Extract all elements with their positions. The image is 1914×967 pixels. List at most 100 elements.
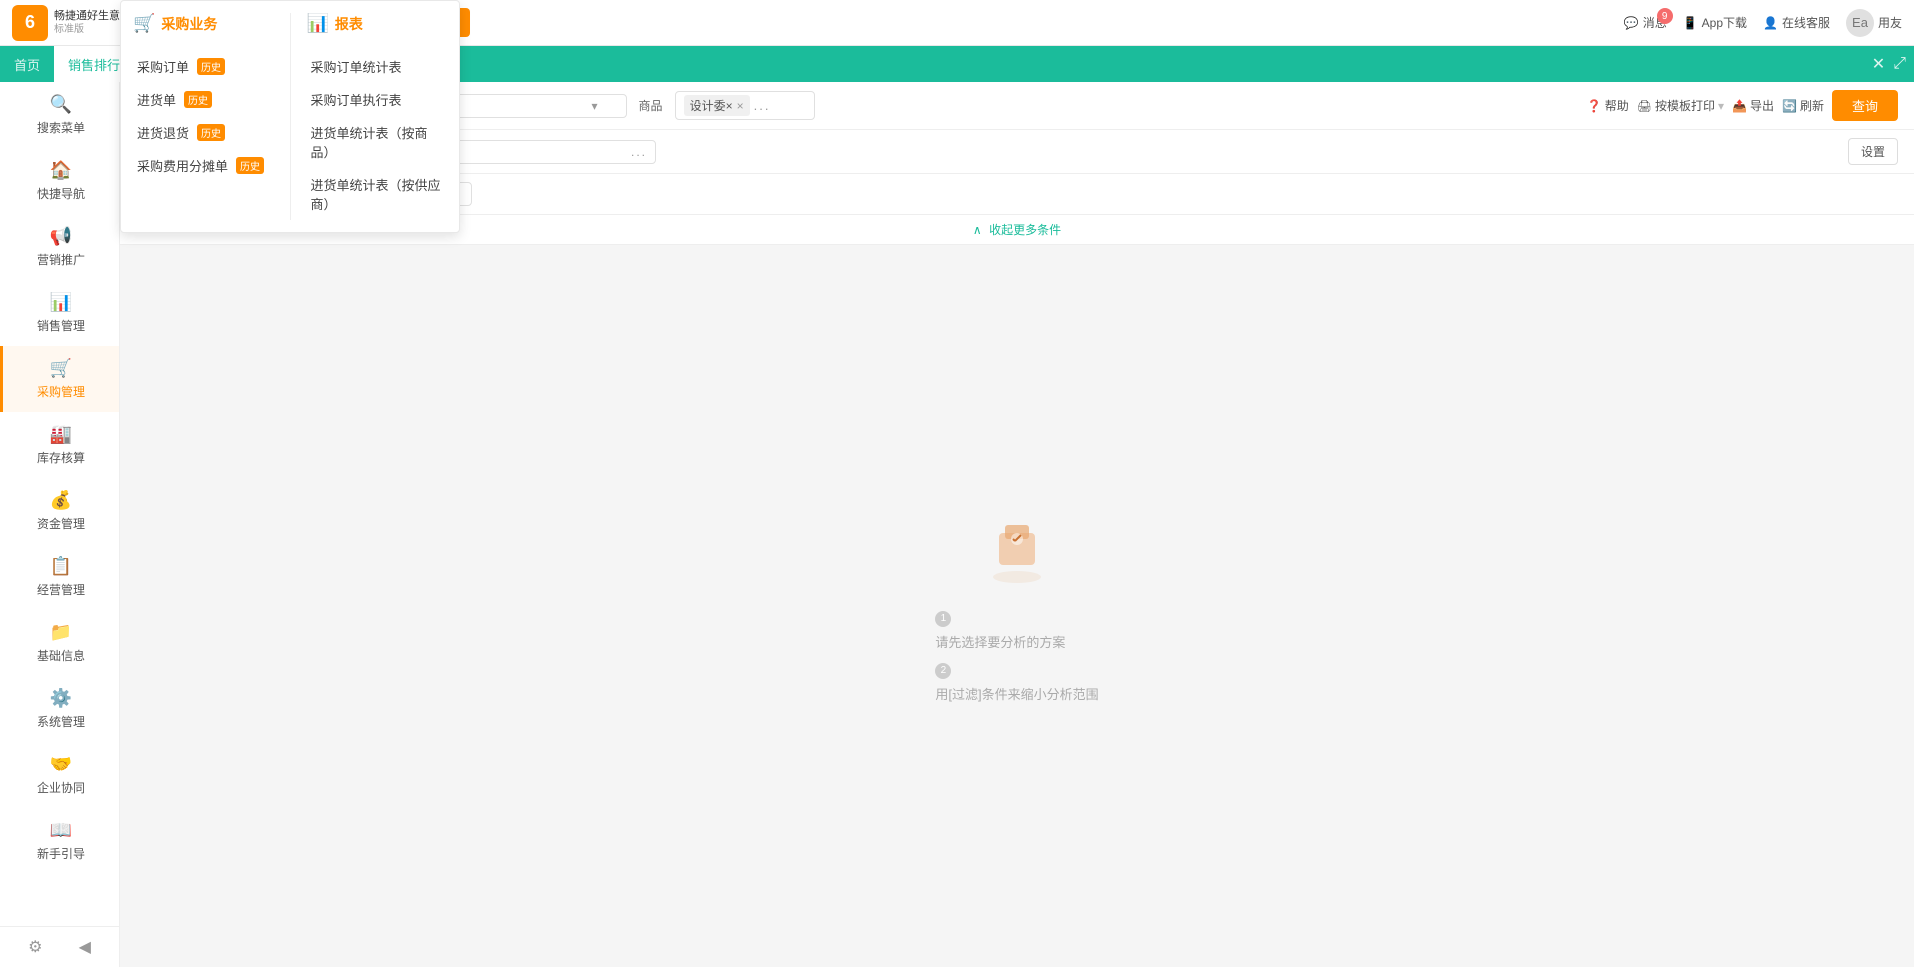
sidebar-item-operations-label: 经营管理: [37, 581, 85, 598]
dropdown-divider: [290, 13, 291, 220]
expense-history[interactable]: 历史: [236, 157, 264, 174]
sidebar-item-basic[interactable]: 📁 基础信息: [0, 610, 119, 676]
set-button[interactable]: 设置: [1848, 138, 1898, 165]
phone-icon: 📱: [1683, 16, 1698, 30]
dropdown-item-report3[interactable]: 进货单统计表（按商品）: [307, 116, 448, 168]
report2-label: 采购订单执行表: [311, 90, 402, 109]
salesperson-filter[interactable]: ...: [456, 140, 656, 164]
empty-svg: [977, 505, 1057, 585]
tab-expand-icon[interactable]: ⤢: [1893, 55, 1906, 73]
service-icon: 👤: [1763, 16, 1778, 30]
dropdown-menu: 🛒 采购业务 采购订单 历史 进货单 历史 进货退货 历史: [120, 0, 460, 233]
incoming-label: 进货单: [137, 90, 176, 109]
expense-label: 采购费用分摊单: [137, 156, 228, 175]
help-btn[interactable]: ❓ 帮助: [1587, 97, 1629, 114]
sidebar-item-sales[interactable]: 📊 销售管理: [0, 280, 119, 346]
goods-dots[interactable]: ...: [754, 98, 771, 113]
report4-label: 进货单统计表（按供应商）: [311, 175, 444, 213]
return-history[interactable]: 历史: [197, 124, 225, 141]
print-label: 按模板打印: [1655, 97, 1715, 114]
print-btn[interactable]: 🖨 按模板打印 ▾: [1637, 97, 1724, 114]
dropdown-item-return[interactable]: 进货退货 历史: [133, 116, 274, 149]
message-item[interactable]: 💬 消息 9: [1624, 14, 1667, 31]
empty-illustration: [977, 505, 1057, 588]
dropdown-overlay: 🛒 采购业务 采购订单 历史 进货单 历史 进货退货 历史: [120, 0, 460, 233]
dropdown-item-report1[interactable]: 采购订单统计表: [307, 50, 448, 83]
dropdown-inner: 🛒 采购业务 采购订单 历史 进货单 历史 进货退货 历史: [121, 13, 459, 220]
dropdown-item-expense[interactable]: 采购费用分摊单 历史: [133, 149, 274, 182]
megaphone-icon: 📢: [50, 226, 72, 247]
voucher-status-arrow: ▾: [592, 99, 598, 113]
refresh-icon: 🔄: [1782, 99, 1797, 113]
set-btn-wrap: 设置: [1848, 138, 1898, 165]
warehouse-icon: 🏭: [50, 424, 72, 445]
sidebar-item-guide-label: 新手引导: [37, 845, 85, 862]
purchase-order-history[interactable]: 历史: [197, 58, 225, 75]
message-badge: 9: [1657, 8, 1673, 24]
logo-icon: 6: [12, 5, 48, 41]
sidebar-item-cooperation[interactable]: 🤝 企业协同: [0, 742, 119, 808]
empty-hint2-num: 2: [935, 663, 951, 679]
tab-home[interactable]: 首页: [0, 46, 54, 82]
purchase-order-label: 采购订单: [137, 57, 189, 76]
dropdown-item-incoming[interactable]: 进货单 历史: [133, 83, 274, 116]
sidebar-item-quick-nav[interactable]: 🏠 快捷导航: [0, 148, 119, 214]
sidebar-bottom: ⚙ ◀: [0, 926, 119, 967]
sidebar-item-purchase[interactable]: 🛒 采购管理: [0, 346, 119, 412]
tab-bar-right: ✕ ⤢: [1872, 54, 1914, 74]
sidebar-item-finance[interactable]: 💰 资金管理: [0, 478, 119, 544]
user-label: 用友: [1878, 14, 1902, 31]
dropdown-col-purchase: 🛒 采购业务 采购订单 历史 进货单 历史 进货退货 历史: [121, 13, 286, 220]
goods-label: 商品: [639, 97, 663, 114]
sidebar-collapse-icon[interactable]: ◀: [79, 937, 91, 957]
sidebar-item-search[interactable]: 🔍 搜索菜单: [0, 82, 119, 148]
filter-toolbar-right: ❓ 帮助 🖨 按模板打印 ▾ 📤 导出 🔄 刷新 查询: [1587, 90, 1898, 121]
print-icon: 🖨: [1637, 99, 1652, 113]
export-btn[interactable]: 📤 导出: [1732, 97, 1774, 114]
report-col-icon: 📊: [307, 13, 329, 34]
sidebar-item-marketing[interactable]: 📢 营销推广: [0, 214, 119, 280]
help-label: 帮助: [1605, 97, 1629, 114]
home-icon: 🏠: [50, 160, 72, 181]
chart-icon: 📊: [50, 292, 72, 313]
sidebar-item-cooperation-label: 企业协同: [37, 779, 85, 796]
sidebar-item-system[interactable]: ⚙️ 系统管理: [0, 676, 119, 742]
sidebar-item-operations[interactable]: 📋 经营管理: [0, 544, 119, 610]
dropdown-item-report4[interactable]: 进货单统计表（按供应商）: [307, 168, 448, 220]
sidebar-item-system-label: 系统管理: [37, 713, 85, 730]
report3-label: 进货单统计表（按商品）: [311, 123, 444, 161]
empty-hint1-num: 1: [935, 611, 951, 627]
sidebar-item-inventory-label: 库存核算: [37, 449, 85, 466]
user-item[interactable]: Ea 用友: [1846, 9, 1902, 37]
empty-state: 1 请先选择要分析的方案 2 用[过滤]条件来缩小分析范围: [120, 245, 1914, 967]
refresh-label: 刷新: [1800, 97, 1824, 114]
refresh-btn[interactable]: 🔄 刷新: [1782, 97, 1824, 114]
online-service-label: 在线客服: [1782, 14, 1830, 31]
dropdown-col1-title-label: 采购业务: [161, 14, 217, 34]
app-download-item[interactable]: 📱 App下载: [1683, 14, 1747, 31]
folder-icon: 📁: [50, 622, 72, 643]
dropdown-item-purchase-order[interactable]: 采购订单 历史: [133, 50, 274, 83]
incoming-history[interactable]: 历史: [184, 91, 212, 108]
search-button[interactable]: 查询: [1832, 90, 1898, 121]
settings-icon: ⚙️: [50, 688, 72, 709]
empty-hint2: 用[过滤]条件来缩小分析范围: [935, 682, 1098, 708]
goods-tag-close[interactable]: ×: [737, 99, 744, 113]
logo-text: 畅捷通好生意 标准版: [54, 9, 120, 36]
goods-filter: 设计委× × ...: [675, 91, 815, 120]
sidebar: 🔍 搜索菜单 🏠 快捷导航 📢 营销推广 📊 销售管理 🛒 采购管理 🏭 库存核…: [0, 82, 120, 967]
sidebar-item-inventory[interactable]: 🏭 库存核算: [0, 412, 119, 478]
online-service-item[interactable]: 👤 在线客服: [1763, 14, 1830, 31]
sidebar-item-quick-nav-label: 快捷导航: [37, 185, 85, 202]
app-download-label: App下载: [1702, 14, 1747, 31]
dropdown-item-report2[interactable]: 采购订单执行表: [307, 83, 448, 116]
dropdown-col2-title: 📊 报表: [307, 13, 448, 40]
dropdown-col1-title: 🛒 采购业务: [133, 13, 274, 40]
tab-close-window-icon[interactable]: ✕: [1872, 54, 1885, 74]
sidebar-item-guide[interactable]: 📖 新手引导: [0, 808, 119, 874]
export-label: 导出: [1750, 97, 1774, 114]
dropdown-col-report: 📊 报表 采购订单统计表 采购订单执行表 进货单统计表（按商品） 进货单统计表（…: [295, 13, 460, 220]
logo: 6 畅捷通好生意 标准版: [12, 5, 132, 41]
sidebar-settings-icon[interactable]: ⚙: [28, 937, 42, 957]
sidebar-item-marketing-label: 营销推广: [37, 251, 85, 268]
